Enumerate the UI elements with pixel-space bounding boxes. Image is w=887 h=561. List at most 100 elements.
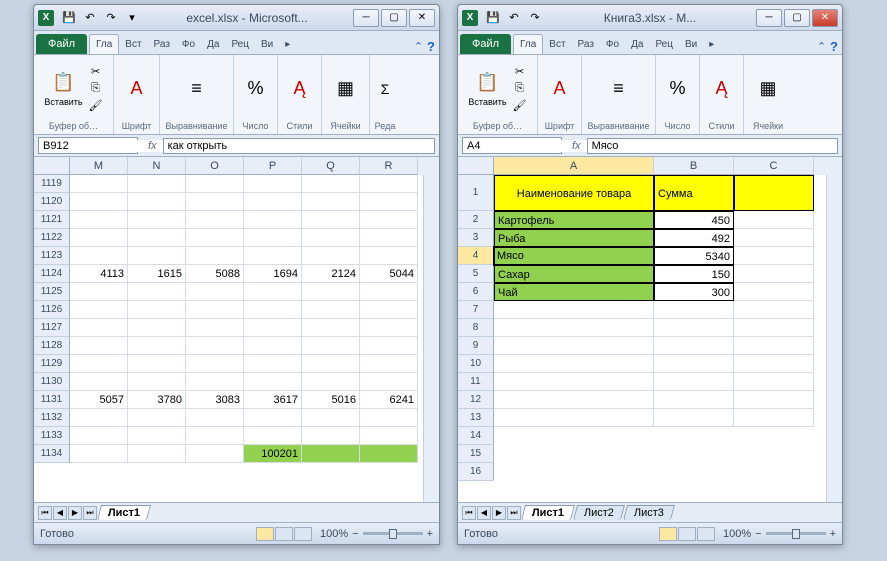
cell[interactable] — [302, 211, 360, 229]
tab-view[interactable]: Ви — [255, 35, 279, 54]
redo-icon[interactable]: ↷ — [102, 9, 120, 27]
vertical-scrollbar[interactable] — [423, 175, 439, 502]
cell[interactable] — [244, 319, 302, 337]
row-header[interactable]: 1119 — [34, 175, 70, 193]
cell[interactable] — [302, 427, 360, 445]
redo-icon[interactable]: ↷ — [526, 9, 544, 27]
help-icon[interactable]: ? — [830, 39, 838, 54]
undo-icon[interactable]: ↶ — [505, 9, 523, 27]
cell-c6[interactable] — [734, 283, 814, 301]
help-icon[interactable]: ? — [427, 39, 435, 54]
col-header-r[interactable]: R — [360, 157, 418, 175]
cell[interactable] — [128, 229, 186, 247]
row-header[interactable]: 5 — [458, 265, 494, 283]
sheet-nav-prev-icon[interactable]: ◀ — [53, 506, 67, 520]
cut-icon[interactable]: ✂ — [87, 64, 105, 80]
row-header[interactable]: 1130 — [34, 373, 70, 391]
zoom-level[interactable]: 100% — [320, 528, 348, 540]
tab-review[interactable]: Рец — [649, 35, 679, 54]
cell[interactable] — [244, 337, 302, 355]
tab-view[interactable]: Ви — [679, 35, 703, 54]
zoom-out-icon[interactable]: − — [352, 528, 358, 540]
cell-c4[interactable] — [734, 247, 814, 265]
cell[interactable]: 2124 — [302, 265, 360, 283]
cell[interactable]: 5088 — [186, 265, 244, 283]
cell[interactable]: 3780 — [128, 391, 186, 409]
cells-button[interactable]: ▦ — [754, 75, 782, 103]
cell[interactable] — [360, 373, 418, 391]
cell[interactable] — [244, 409, 302, 427]
sheet-nav-last-icon[interactable]: ⏭ — [507, 506, 521, 520]
copy-icon[interactable]: ⎘ — [87, 81, 105, 97]
cell[interactable] — [186, 175, 244, 193]
name-box[interactable]: ▾ — [462, 137, 562, 154]
sheet-tab-2[interactable]: Лист2 — [573, 505, 625, 520]
cell[interactable] — [302, 229, 360, 247]
row-header[interactable]: 1124 — [34, 265, 70, 283]
row-header[interactable]: 1127 — [34, 319, 70, 337]
cell[interactable] — [186, 211, 244, 229]
cell[interactable]: 100201 — [244, 445, 302, 463]
row-header[interactable]: 7 — [458, 301, 494, 319]
paste-button[interactable]: 📋Вставить — [466, 69, 508, 109]
col-header-p[interactable]: P — [244, 157, 302, 175]
cell[interactable]: 3083 — [186, 391, 244, 409]
row-header[interactable]: 3 — [458, 229, 494, 247]
cell-a1[interactable]: Наименование товара — [494, 175, 654, 211]
cell-c3[interactable] — [734, 229, 814, 247]
cell[interactable] — [302, 283, 360, 301]
cell[interactable] — [186, 409, 244, 427]
autosum-icon[interactable]: Σ — [381, 81, 390, 97]
cell[interactable] — [128, 427, 186, 445]
view-normal-icon[interactable] — [659, 527, 677, 541]
row-header[interactable]: 1126 — [34, 301, 70, 319]
sheet-nav-last-icon[interactable]: ⏭ — [83, 506, 97, 520]
cell[interactable] — [70, 193, 128, 211]
cell[interactable] — [360, 337, 418, 355]
close-button[interactable]: ✕ — [812, 9, 838, 27]
row-header[interactable]: 14 — [458, 427, 494, 445]
tab-home[interactable]: Гла — [513, 34, 543, 54]
name-box[interactable]: ▾ — [38, 137, 138, 154]
zoom-level[interactable]: 100% — [723, 528, 751, 540]
cell[interactable] — [186, 193, 244, 211]
tab-insert[interactable]: Вст — [119, 35, 147, 54]
cell[interactable] — [128, 283, 186, 301]
row-header[interactable]: 1122 — [34, 229, 70, 247]
row-header[interactable]: 1 — [458, 175, 494, 211]
view-pagebreak-icon[interactable] — [697, 527, 715, 541]
cell[interactable] — [186, 283, 244, 301]
cell[interactable] — [186, 445, 244, 463]
view-pagebreak-icon[interactable] — [294, 527, 312, 541]
cell[interactable] — [70, 445, 128, 463]
ribbon-minimize-icon[interactable]: ⌃ — [414, 40, 423, 53]
row-header[interactable]: 1133 — [34, 427, 70, 445]
cell[interactable] — [128, 211, 186, 229]
row-header[interactable]: 1128 — [34, 337, 70, 355]
col-header-b[interactable]: B — [654, 157, 734, 175]
sheet-tab-1[interactable]: Лист1 — [521, 505, 575, 520]
tab-more-icon[interactable]: ▸ — [703, 35, 720, 54]
cell[interactable] — [128, 193, 186, 211]
align-button[interactable]: ≡ — [605, 75, 633, 103]
file-tab[interactable]: Файл — [460, 34, 511, 54]
select-all-corner[interactable] — [34, 157, 70, 175]
zoom-in-icon[interactable]: + — [830, 528, 836, 540]
save-icon[interactable]: 💾 — [60, 9, 78, 27]
cell[interactable]: 1694 — [244, 265, 302, 283]
col-header-o[interactable]: O — [186, 157, 244, 175]
cell[interactable] — [360, 409, 418, 427]
col-header-c[interactable]: C — [734, 157, 814, 175]
font-button[interactable]: A — [123, 75, 151, 103]
styles-button[interactable]: Ą — [708, 75, 736, 103]
cut-icon[interactable]: ✂ — [511, 64, 529, 80]
qat-more-icon[interactable]: ▾ — [123, 9, 141, 27]
view-normal-icon[interactable] — [256, 527, 274, 541]
row-header[interactable]: 8 — [458, 319, 494, 337]
tab-review[interactable]: Рец — [225, 35, 255, 54]
cell[interactable] — [186, 247, 244, 265]
cell[interactable] — [70, 247, 128, 265]
row-header[interactable]: 10 — [458, 355, 494, 373]
cell[interactable] — [186, 355, 244, 373]
zoom-out-icon[interactable]: − — [755, 528, 761, 540]
